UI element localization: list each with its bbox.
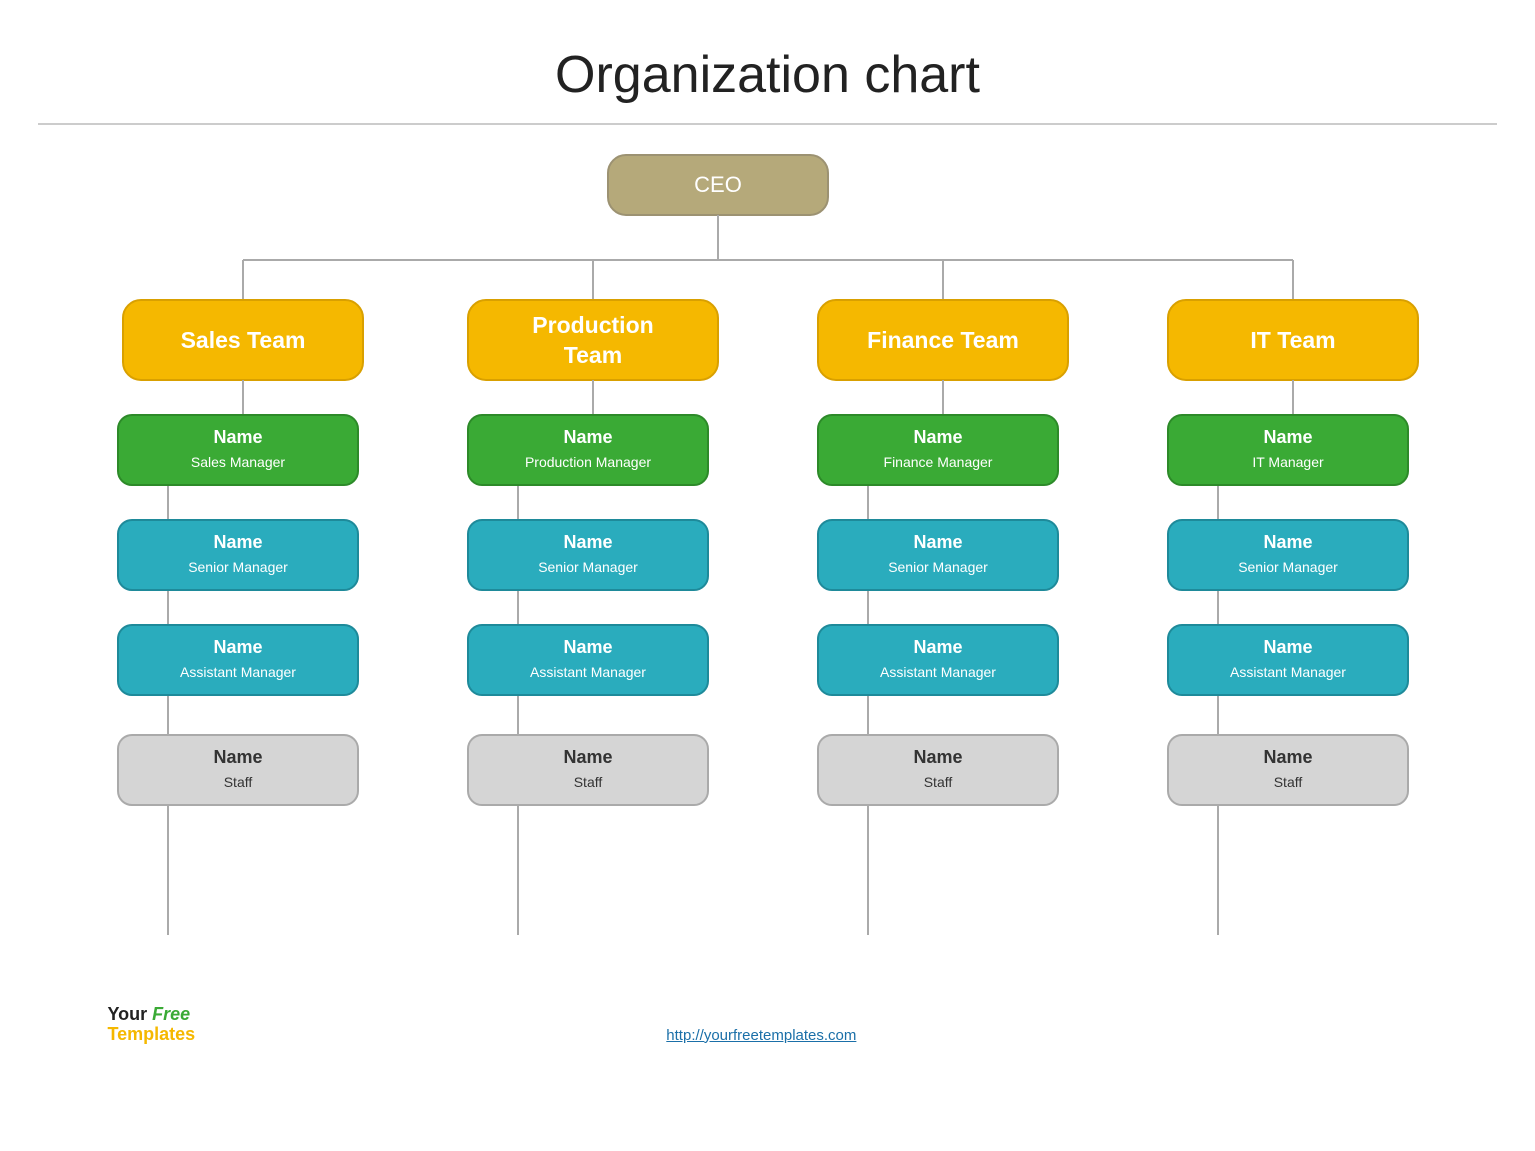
logo-templates: Templates [108, 1024, 196, 1044]
svg-text:Finance Team: Finance Team [867, 327, 1019, 353]
svg-text:Staff: Staff [1273, 774, 1302, 790]
footer-url-area: http://yourfreetemplates.com [195, 1027, 1327, 1045]
main-page: Organization chart CEO Sales Team Name S… [0, 0, 1535, 1151]
title-divider-main [38, 123, 1496, 125]
svg-text:Name: Name [1263, 532, 1312, 552]
svg-text:Team: Team [563, 342, 621, 368]
svg-text:CEO: CEO [694, 172, 742, 197]
svg-text:Senior Manager: Senior Manager [188, 559, 288, 575]
footer-url[interactable]: http://yourfreetemplates.com [666, 1027, 856, 1044]
svg-text:IT Manager: IT Manager [1252, 454, 1324, 470]
logo-free: Free [152, 1004, 190, 1024]
svg-text:Name: Name [563, 532, 612, 552]
logo-your: Your [108, 1004, 153, 1024]
svg-text:Staff: Staff [923, 774, 952, 790]
svg-text:Name: Name [213, 427, 262, 447]
svg-text:Name: Name [913, 747, 962, 767]
svg-text:Staff: Staff [573, 774, 602, 790]
svg-text:Name: Name [1263, 747, 1312, 767]
svg-text:Assistant Manager: Assistant Manager [180, 664, 296, 680]
svg-text:Name: Name [1263, 427, 1312, 447]
svg-text:Name: Name [213, 747, 262, 767]
svg-text:Assistant Manager: Assistant Manager [880, 664, 996, 680]
svg-text:Senior Manager: Senior Manager [1238, 559, 1338, 575]
svg-text:Name: Name [913, 637, 962, 657]
svg-text:Staff: Staff [223, 774, 252, 790]
footer-logo-area: Your Free Templates [108, 1005, 196, 1045]
svg-text:Senior Manager: Senior Manager [538, 559, 638, 575]
svg-text:Name: Name [563, 427, 612, 447]
svg-text:Production Manager: Production Manager [524, 454, 650, 470]
main-org-svg: CEO Sales Team Name Sales Manager Name S… [68, 145, 1468, 1015]
svg-text:Finance Manager: Finance Manager [883, 454, 992, 470]
svg-text:Name: Name [213, 637, 262, 657]
page-title-main: Organization chart [555, 45, 980, 105]
svg-text:Senior Manager: Senior Manager [888, 559, 988, 575]
svg-text:Sales Team: Sales Team [180, 327, 305, 353]
svg-text:Name: Name [913, 427, 962, 447]
svg-text:Name: Name [913, 532, 962, 552]
svg-text:Name: Name [563, 637, 612, 657]
svg-text:Name: Name [1263, 637, 1312, 657]
svg-text:Production: Production [532, 312, 653, 338]
svg-text:Name: Name [563, 747, 612, 767]
svg-text:IT Team: IT Team [1250, 327, 1335, 353]
svg-text:Assistant Manager: Assistant Manager [530, 664, 646, 680]
footer-bar: Your Free Templates http://yourfreetempl… [68, 1005, 1468, 1045]
svg-text:Assistant Manager: Assistant Manager [1230, 664, 1346, 680]
svg-text:Sales Manager: Sales Manager [190, 454, 285, 470]
svg-text:Name: Name [213, 532, 262, 552]
